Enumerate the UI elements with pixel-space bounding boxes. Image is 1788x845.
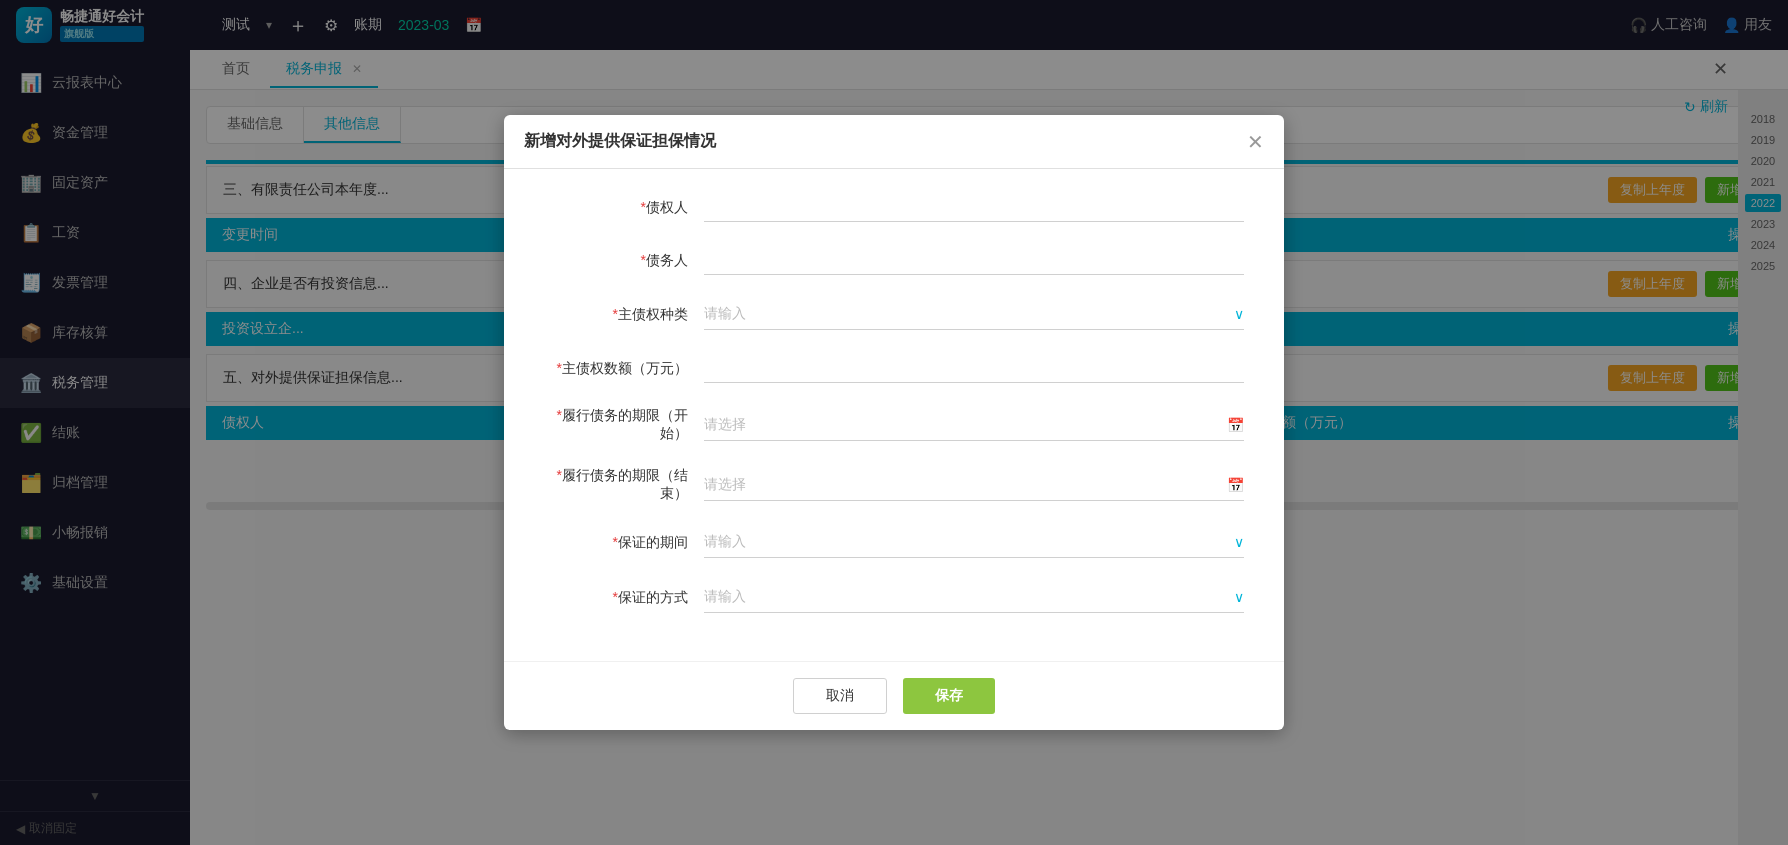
dialog-overlay: 新增对外提供保证担保情况 ✕ *债权人 *债务人 *主债权种类 [0,0,1788,845]
label-debtor: *债务人 [544,252,704,270]
dialog-title: 新增对外提供保证担保情况 [524,131,716,152]
form-row-debtor: *债务人 [544,246,1244,275]
period-end-placeholder: 请选择 [704,476,1227,494]
input-debtor[interactable] [704,246,1244,275]
form-row-creditor: *债权人 [544,193,1244,222]
cancel-button[interactable]: 取消 [793,678,887,714]
date-period-start[interactable]: 请选择 📅 [704,410,1244,441]
input-creditor[interactable] [704,193,1244,222]
form-row-guarantee-method: *保证的方式 请输入 ∨ [544,582,1244,613]
guarantee-method-placeholder: 请输入 [704,588,1234,606]
label-creditor: *债权人 [544,199,704,217]
dialog-close-button[interactable]: ✕ [1247,132,1264,152]
guarantee-period-placeholder: 请输入 [704,533,1234,551]
calendar-start-icon: 📅 [1227,417,1244,433]
select-claim-type[interactable]: 请输入 ∨ [704,299,1244,330]
form-row-claim-type: *主债权种类 请输入 ∨ [544,299,1244,330]
input-claim-amount[interactable] [704,354,1244,383]
form-row-period-end: *履行债务的期限（结束） 请选择 📅 [544,467,1244,503]
form-row-claim-amount: *主债权数额（万元） [544,354,1244,383]
guarantee-period-arrow-icon: ∨ [1234,534,1244,550]
form-row-guarantee-period: *保证的期间 请输入 ∨ [544,527,1244,558]
label-period-end: *履行债务的期限（结束） [544,467,704,503]
label-guarantee-period: *保证的期间 [544,534,704,552]
date-period-end[interactable]: 请选择 📅 [704,470,1244,501]
dialog-body: *债权人 *债务人 *主债权种类 请输入 ∨ [504,169,1284,661]
save-button[interactable]: 保存 [903,678,995,714]
label-claim-amount: *主债权数额（万元） [544,360,704,378]
label-period-start: *履行债务的期限（开始） [544,407,704,443]
period-start-placeholder: 请选择 [704,416,1227,434]
calendar-end-icon: 📅 [1227,477,1244,493]
select-guarantee-method[interactable]: 请输入 ∨ [704,582,1244,613]
claim-type-placeholder: 请输入 [704,305,1234,323]
select-guarantee-period[interactable]: 请输入 ∨ [704,527,1244,558]
label-guarantee-method: *保证的方式 [544,589,704,607]
form-row-period-start: *履行债务的期限（开始） 请选择 📅 [544,407,1244,443]
label-claim-type: *主债权种类 [544,306,704,324]
dialog: 新增对外提供保证担保情况 ✕ *债权人 *债务人 *主债权种类 [504,115,1284,730]
claim-type-arrow-icon: ∨ [1234,306,1244,322]
guarantee-method-arrow-icon: ∨ [1234,589,1244,605]
dialog-header: 新增对外提供保证担保情况 ✕ [504,115,1284,169]
dialog-footer: 取消 保存 [504,661,1284,730]
